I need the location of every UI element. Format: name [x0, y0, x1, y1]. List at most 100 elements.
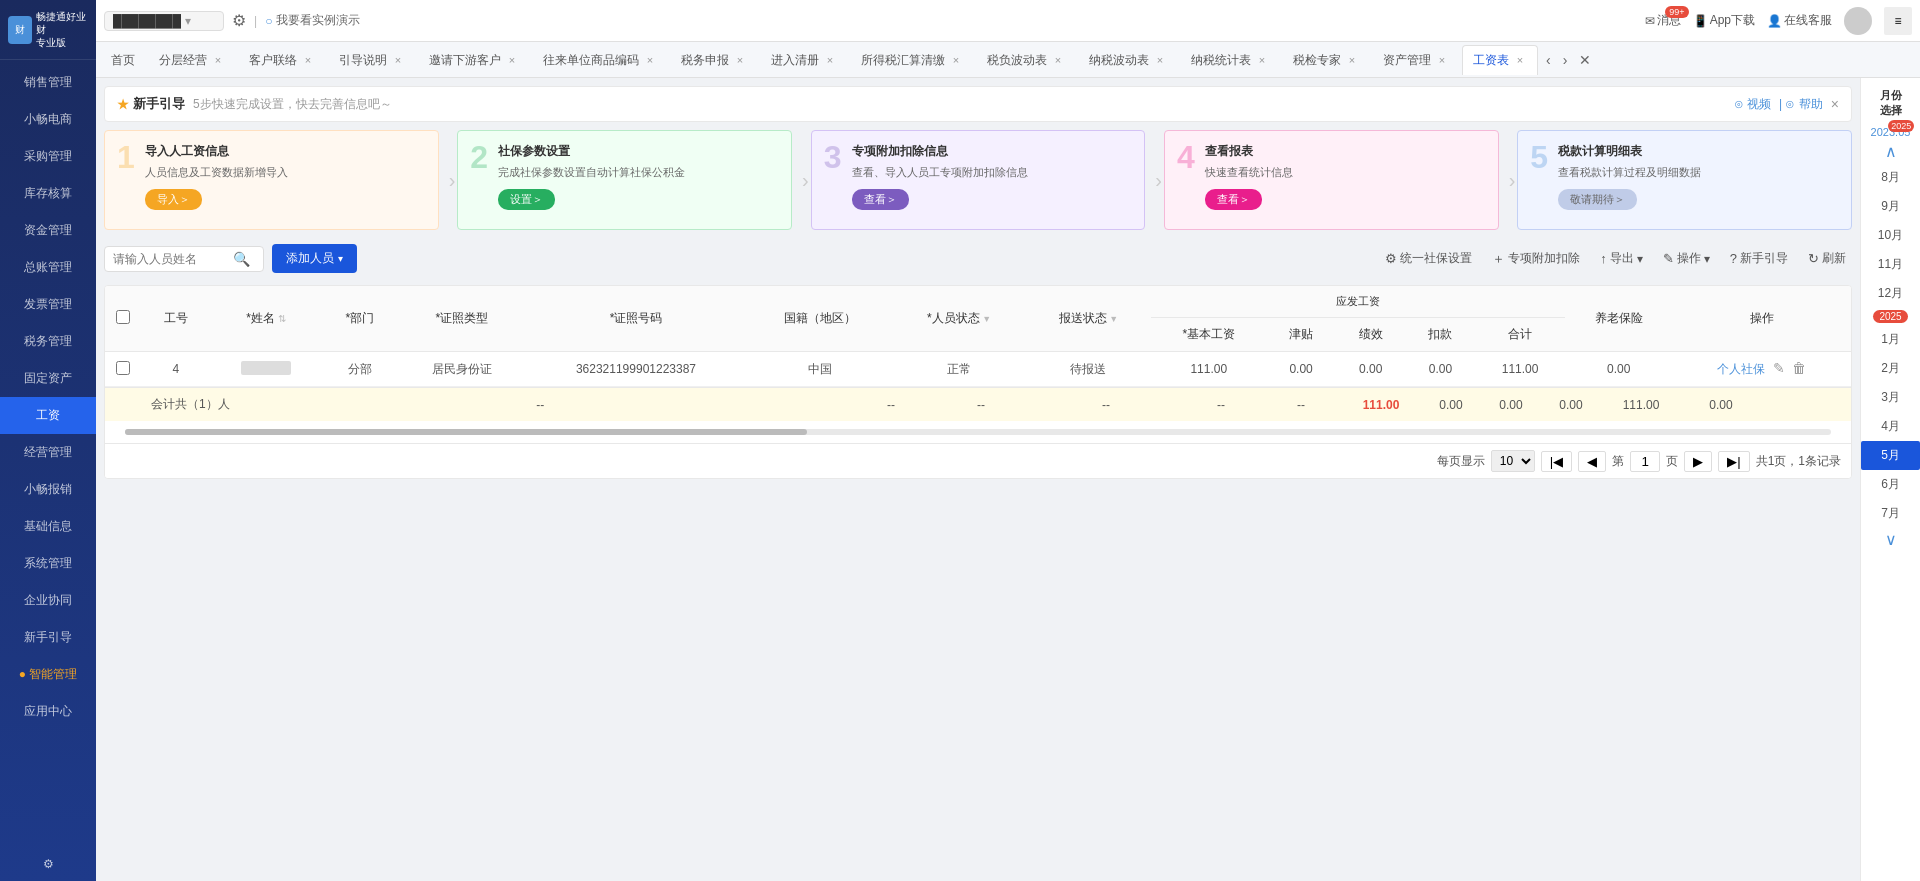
tab-close-invite[interactable]: ×	[505, 53, 519, 67]
tab-tax-wave[interactable]: 纳税波动表×	[1078, 45, 1178, 75]
tab-customer[interactable]: 客户联络×	[238, 45, 326, 75]
add-employee-btn[interactable]: 添加人员 ▾	[272, 244, 357, 273]
special-deduction-btn[interactable]: ＋ 专项附加扣除	[1486, 246, 1586, 272]
month-2[interactable]: 2月	[1861, 354, 1920, 383]
sidebar-item-appstore[interactable]: 应用中心	[0, 693, 96, 730]
tab-close-clearance[interactable]: ×	[823, 53, 837, 67]
sidebar-item-expense[interactable]: 小畅报销	[0, 471, 96, 508]
sidebar-item-collab[interactable]: 企业协同	[0, 582, 96, 619]
month-12[interactable]: 12月	[1861, 279, 1920, 308]
next-page-btn[interactable]: ▶	[1684, 451, 1712, 472]
sidebar-item-sales[interactable]: 销售管理	[0, 64, 96, 101]
scroll-thumb[interactable]	[125, 429, 807, 435]
tab-clearance[interactable]: 进入清册×	[760, 45, 848, 75]
step-btn-1[interactable]: 导入＞	[145, 189, 202, 210]
export-btn[interactable]: ↑ 导出 ▾	[1594, 246, 1649, 271]
demo-btn[interactable]: ○ 我要看实例演示	[265, 12, 360, 29]
page-input[interactable]	[1630, 451, 1660, 472]
tab-close-payroll[interactable]: ×	[1513, 53, 1527, 67]
month-1[interactable]: 1月	[1861, 325, 1920, 354]
tab-guide[interactable]: 引导说明×	[328, 45, 416, 75]
tab-close-customer[interactable]: ×	[301, 53, 315, 67]
tab-close-product-code[interactable]: ×	[643, 53, 657, 67]
year-2025-badge[interactable]: 2025	[1873, 310, 1907, 323]
sidebar-item-inventory[interactable]: 库存核算	[0, 175, 96, 212]
tab-tax-declare[interactable]: 税务申报×	[670, 45, 758, 75]
month-3[interactable]: 3月	[1861, 383, 1920, 412]
step-btn-2[interactable]: 设置＞	[498, 189, 555, 210]
step-btn-3[interactable]: 查看＞	[852, 189, 909, 210]
month-panel-year[interactable]: 2023.05 2025	[1869, 124, 1913, 140]
tab-close-tax-declare[interactable]: ×	[733, 53, 747, 67]
tab-payroll[interactable]: 工资表×	[1462, 45, 1538, 75]
tab-prev-btn[interactable]: ‹	[1540, 48, 1557, 72]
row-checkbox[interactable]	[116, 361, 130, 375]
individual-insurance-link[interactable]: 个人社保	[1717, 362, 1765, 376]
sidebar-item-ai[interactable]: ● 智能管理	[0, 656, 96, 693]
guide-close-btn[interactable]: ×	[1831, 96, 1839, 112]
avatar[interactable]	[1844, 7, 1872, 35]
sidebar-item-payroll[interactable]: 工资	[0, 397, 96, 434]
tab-invite[interactable]: 邀请下游客户×	[418, 45, 530, 75]
month-down-btn[interactable]: ∨	[1883, 528, 1899, 551]
msg-btn[interactable]: ✉ 消息 99+	[1645, 12, 1681, 29]
th-status[interactable]: *人员状态	[892, 286, 1025, 352]
prev-page-btn[interactable]: ◀	[1578, 451, 1606, 472]
tab-close-hierarchy[interactable]: ×	[211, 53, 225, 67]
horizontal-scrollbar[interactable]	[125, 429, 1831, 435]
month-9[interactable]: 9月	[1861, 192, 1920, 221]
sidebar-item-assets[interactable]: 固定资产	[0, 360, 96, 397]
guide-btn[interactable]: ? 新手引导	[1724, 246, 1794, 271]
tab-income-tax[interactable]: 所得税汇算清缴×	[850, 45, 974, 75]
tab-close-all-btn[interactable]: ✕	[1573, 48, 1597, 72]
step-btn-4[interactable]: 查看＞	[1205, 189, 1262, 210]
tab-close-guide[interactable]: ×	[391, 53, 405, 67]
month-6[interactable]: 6月	[1861, 470, 1920, 499]
edit-icon[interactable]: ✎	[1773, 360, 1785, 376]
first-page-btn[interactable]: |◀	[1541, 451, 1572, 472]
tab-home[interactable]: 首页	[100, 45, 146, 75]
tab-tax-expert[interactable]: 税检专家×	[1282, 45, 1370, 75]
sidebar-item-basic[interactable]: 基础信息	[0, 508, 96, 545]
sidebar-item-ecommerce[interactable]: 小畅电商	[0, 101, 96, 138]
month-up-btn[interactable]: ∧	[1883, 140, 1899, 163]
tab-asset[interactable]: 资产管理×	[1372, 45, 1460, 75]
tab-tax-stat[interactable]: 纳税统计表×	[1180, 45, 1280, 75]
sidebar-settings-btn[interactable]: ⚙	[0, 847, 96, 881]
month-4[interactable]: 4月	[1861, 412, 1920, 441]
app-download-btn[interactable]: 📱 App下载	[1693, 12, 1755, 29]
sidebar-item-operation[interactable]: 经营管理	[0, 434, 96, 471]
th-name[interactable]: *姓名	[211, 286, 322, 352]
search-input[interactable]	[113, 252, 233, 266]
sidebar-item-finance[interactable]: 资金管理	[0, 212, 96, 249]
month-5[interactable]: 5月	[1861, 441, 1920, 470]
month-7[interactable]: 7月	[1861, 499, 1920, 528]
sidebar-item-invoice[interactable]: 发票管理	[0, 286, 96, 323]
guide-help-link[interactable]: | ⊙ 帮助	[1779, 96, 1823, 113]
last-page-btn[interactable]: ▶|	[1718, 451, 1749, 472]
tab-hierarchy[interactable]: 分层经营×	[148, 45, 236, 75]
tab-tax-burden[interactable]: 税负波动表×	[976, 45, 1076, 75]
tab-product-code[interactable]: 往来单位商品编码×	[532, 45, 668, 75]
month-8[interactable]: 8月	[1861, 163, 1920, 192]
sidebar-item-ledger[interactable]: 总账管理	[0, 249, 96, 286]
tab-close-tax-stat[interactable]: ×	[1255, 53, 1269, 67]
more-btn[interactable]: ≡	[1884, 7, 1912, 35]
company-selector[interactable]: ████████ ▾	[104, 11, 224, 31]
page-size-select[interactable]: 10 20 50	[1491, 450, 1535, 472]
tab-close-tax-expert[interactable]: ×	[1345, 53, 1359, 67]
online-service-btn[interactable]: 👤 在线客服	[1767, 12, 1832, 29]
guide-video-link[interactable]: ⊙ 视频	[1734, 96, 1771, 113]
th-send-status[interactable]: 报送状态	[1026, 286, 1152, 352]
tab-close-income-tax[interactable]: ×	[949, 53, 963, 67]
month-11[interactable]: 11月	[1861, 250, 1920, 279]
tab-close-tax-burden[interactable]: ×	[1051, 53, 1065, 67]
sidebar-item-system[interactable]: 系统管理	[0, 545, 96, 582]
select-all-checkbox[interactable]	[116, 310, 130, 324]
tab-next-btn[interactable]: ›	[1557, 48, 1574, 72]
tab-close-asset[interactable]: ×	[1435, 53, 1449, 67]
tab-close-tax-wave[interactable]: ×	[1153, 53, 1167, 67]
settings-icon[interactable]: ⚙	[232, 11, 246, 30]
sidebar-item-guide[interactable]: 新手引导	[0, 619, 96, 656]
search-icon[interactable]: 🔍	[233, 251, 250, 267]
